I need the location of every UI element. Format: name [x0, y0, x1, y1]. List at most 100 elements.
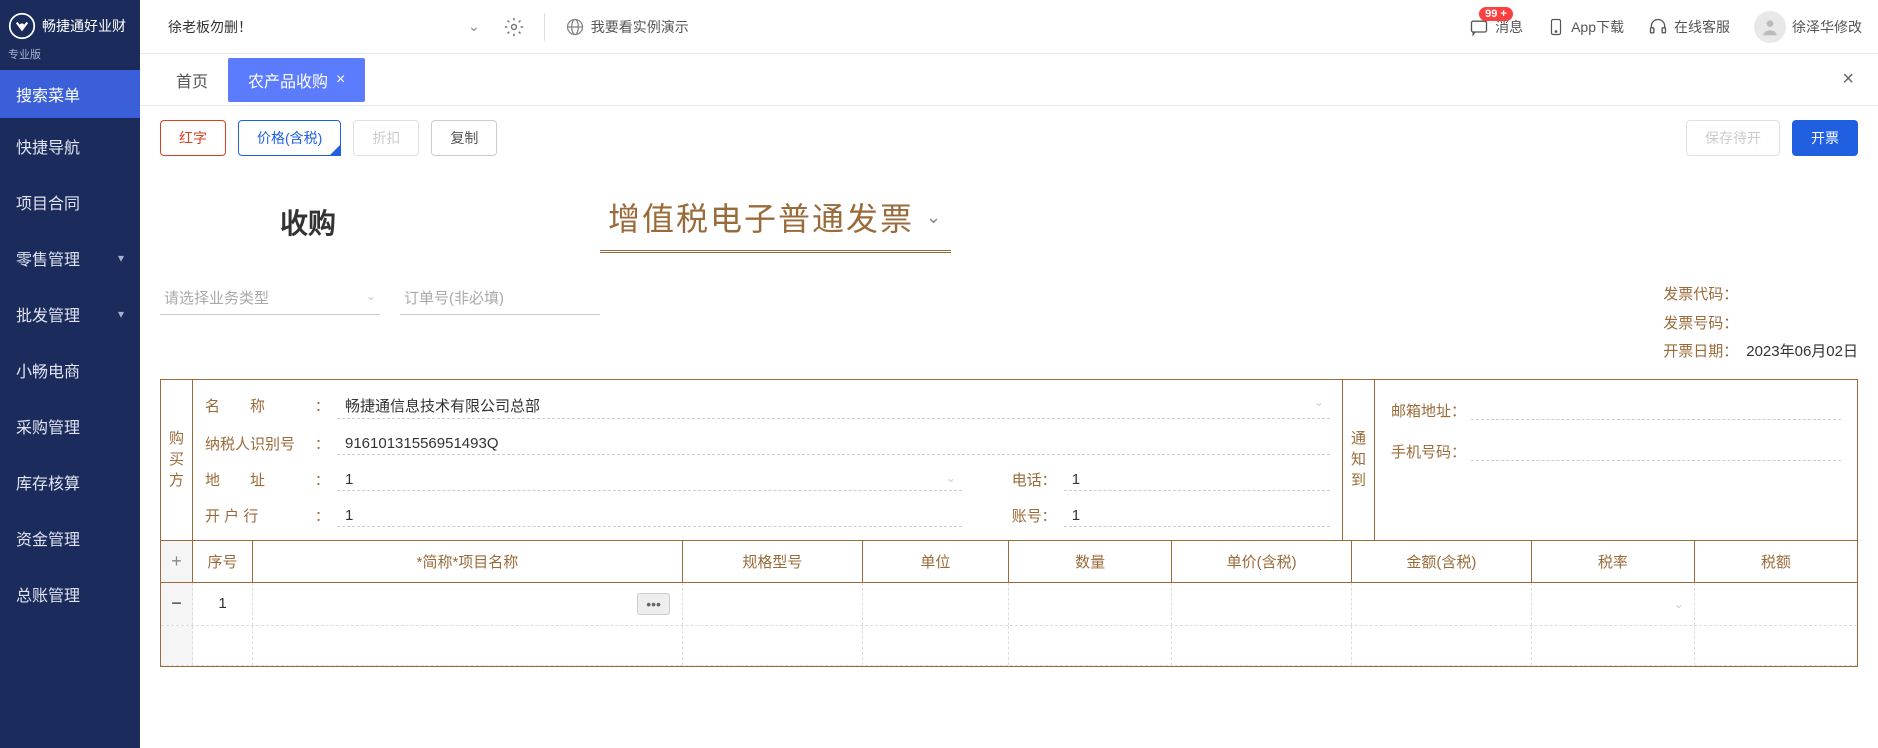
email-label: 邮箱地址： — [1391, 400, 1471, 421]
chevron-down-icon: ⌄ — [1314, 395, 1324, 409]
tab-active[interactable]: 农产品收购 × — [228, 58, 365, 102]
chevron-down-icon: ⌄ — [1674, 597, 1684, 611]
chevron-down-icon: ⌄ — [946, 471, 956, 485]
cell-price[interactable] — [1172, 583, 1352, 625]
cell-unit[interactable] — [863, 583, 1009, 625]
col-qty: 数量 — [1009, 541, 1172, 582]
email-input[interactable] — [1471, 400, 1841, 420]
buyer-tel-input[interactable]: 1 — [1064, 469, 1330, 491]
nav-quicknav[interactable]: 快捷导航 — [0, 118, 140, 174]
notify-title: 通知到 — [1343, 380, 1375, 540]
badge: 99 + — [1479, 7, 1513, 21]
org-name: 徐老板勿删！ — [168, 17, 252, 37]
cell-spec[interactable] — [683, 583, 863, 625]
col-rate: 税率 — [1532, 541, 1695, 582]
chevron-down-icon: ▾ — [118, 251, 124, 265]
items-header: + 序号 *简称*项目名称 规格型号 单位 数量 单价(含税) 金额(含税) 税… — [161, 541, 1857, 583]
chevron-down-icon: ▾ — [118, 307, 124, 321]
invoice-title[interactable]: 增值税电子普通发票 ⌄ — [600, 190, 951, 253]
nav-funds[interactable]: 资金管理 — [0, 510, 140, 566]
discount-button: 折扣 — [353, 120, 419, 156]
divider — [544, 13, 545, 41]
save-pending-button: 保存待开 — [1686, 120, 1780, 156]
red-invoice-button[interactable]: 红字 — [160, 120, 226, 156]
logo: 畅捷通好业财 — [0, 0, 140, 46]
demo-text: 我要看实例演示 — [591, 17, 689, 37]
acct-label: 账号 — [992, 505, 1042, 526]
nav-purchase[interactable]: 采购管理 — [0, 398, 140, 454]
header-right: 99 + 消息 App下载 在线客服 徐泽华修改 — [1469, 11, 1862, 43]
header: 徐老板勿删！ ⌄ 我要看实例演示 99 + 消息 — [140, 0, 1878, 54]
buyer-fields: 名 称： 畅捷通信息技术有限公司总部⌄ 纳税人识别号： 916101315569… — [193, 380, 1343, 540]
buyer-bank-input[interactable]: 1 — [337, 505, 962, 527]
cell-name[interactable]: ••• — [253, 583, 683, 625]
num-label: 发票号码： — [1663, 310, 1738, 339]
logo-icon — [8, 12, 36, 40]
col-amt: 金额(含税) — [1352, 541, 1532, 582]
invoice-table: 购买方 名 称： 畅捷通信息技术有限公司总部⌄ 纳税人识别号： 91610131… — [160, 379, 1858, 667]
cell-rate[interactable]: ⌄ — [1532, 583, 1695, 625]
buyer-acct-input[interactable]: 1 — [1064, 505, 1330, 527]
nav-wholesale[interactable]: 批发管理▾ — [0, 286, 140, 342]
user-menu[interactable]: 徐泽华修改 — [1754, 11, 1862, 43]
invoice: 收购 增值税电子普通发票 ⌄ 请选择业务类型 ⌄ 订单号(非必填) — [140, 170, 1878, 748]
item-row: − 1 ••• ⌄ — [161, 583, 1857, 626]
search-menu-button[interactable]: 搜索菜单 — [0, 70, 140, 118]
item-row-empty — [161, 626, 1857, 666]
cell-amt[interactable] — [1352, 583, 1532, 625]
nav-ecommerce[interactable]: 小畅电商 — [0, 342, 140, 398]
app-download-button[interactable]: App下载 — [1547, 17, 1624, 37]
mobile-input[interactable] — [1471, 441, 1841, 461]
biz-type-select[interactable]: 请选择业务类型 ⌄ — [160, 281, 380, 315]
notify-fields: 邮箱地址： 手机号码： — [1375, 380, 1857, 540]
bank-label: 开 户 行 — [205, 505, 315, 526]
messages-button[interactable]: 99 + 消息 — [1469, 17, 1523, 37]
nav-inventory[interactable]: 库存核算 — [0, 454, 140, 510]
price-tax-button[interactable]: 价格(含税) — [238, 120, 341, 156]
add-row-button[interactable]: + — [161, 541, 193, 582]
chevron-down-icon: ⌄ — [926, 207, 943, 228]
cell-seq: 1 — [193, 583, 253, 625]
col-seq: 序号 — [193, 541, 253, 582]
toolbar: 红字 价格(含税) 折扣 复制 保存待开 开票 — [140, 106, 1878, 170]
buyer-title: 购买方 — [161, 380, 193, 540]
buyer-taxid-input[interactable]: 91610131556951493Q — [337, 433, 1330, 455]
close-icon[interactable]: × — [336, 71, 345, 89]
del-row-button[interactable]: − — [161, 583, 193, 625]
toolbar-right: 保存待开 开票 — [1686, 120, 1858, 156]
order-number-input[interactable]: 订单号(非必填) — [400, 281, 600, 315]
phone-icon — [1547, 17, 1565, 37]
date-label: 开票日期： — [1663, 338, 1738, 367]
tab-home[interactable]: 首页 — [156, 58, 228, 102]
nav-ledger[interactable]: 总账管理 — [0, 566, 140, 622]
invoice-meta: 请选择业务类型 ⌄ 订单号(非必填) 发票代码： 发票号码： 开票日期：2023… — [160, 273, 1858, 379]
cell-tax[interactable] — [1695, 583, 1857, 625]
buyer-name-input[interactable]: 畅捷通信息技术有限公司总部⌄ — [337, 393, 1330, 419]
headset-icon — [1648, 17, 1668, 37]
avatar — [1754, 11, 1786, 43]
chevron-down-icon: ⌄ — [366, 289, 376, 303]
invoice-title-row: 收购 增值税电子普通发票 ⌄ — [160, 170, 1858, 273]
more-icon[interactable]: ••• — [637, 593, 670, 615]
col-unit: 单位 — [863, 541, 1009, 582]
customer-service-button[interactable]: 在线客服 — [1648, 17, 1730, 37]
close-all-tabs[interactable]: × — [1834, 68, 1862, 91]
gear-icon[interactable] — [504, 17, 524, 37]
copy-button[interactable]: 复制 — [431, 120, 497, 156]
code-label: 发票代码： — [1663, 281, 1738, 310]
org-selector[interactable]: 徐老板勿删！ ⌄ — [156, 11, 492, 43]
taxid-label: 纳税人识别号 — [205, 433, 315, 454]
globe-icon — [565, 17, 585, 37]
col-name: *简称*项目名称 — [253, 541, 683, 582]
invoice-type-left: 收购 — [280, 202, 460, 242]
issue-button[interactable]: 开票 — [1792, 120, 1858, 156]
demo-link[interactable]: 我要看实例演示 — [565, 17, 689, 37]
brand-name: 畅捷通好业财 — [42, 16, 126, 36]
nav-retail[interactable]: 零售管理▾ — [0, 230, 140, 286]
cell-qty[interactable] — [1009, 583, 1172, 625]
nav-project-contract[interactable]: 项目合同 — [0, 174, 140, 230]
buyer-addr-input[interactable]: 1⌄ — [337, 469, 962, 491]
tabs: 首页 农产品收购 × × — [140, 54, 1878, 106]
biz-selects: 请选择业务类型 ⌄ 订单号(非必填) — [160, 281, 600, 315]
tel-label: 电话 — [992, 469, 1042, 490]
